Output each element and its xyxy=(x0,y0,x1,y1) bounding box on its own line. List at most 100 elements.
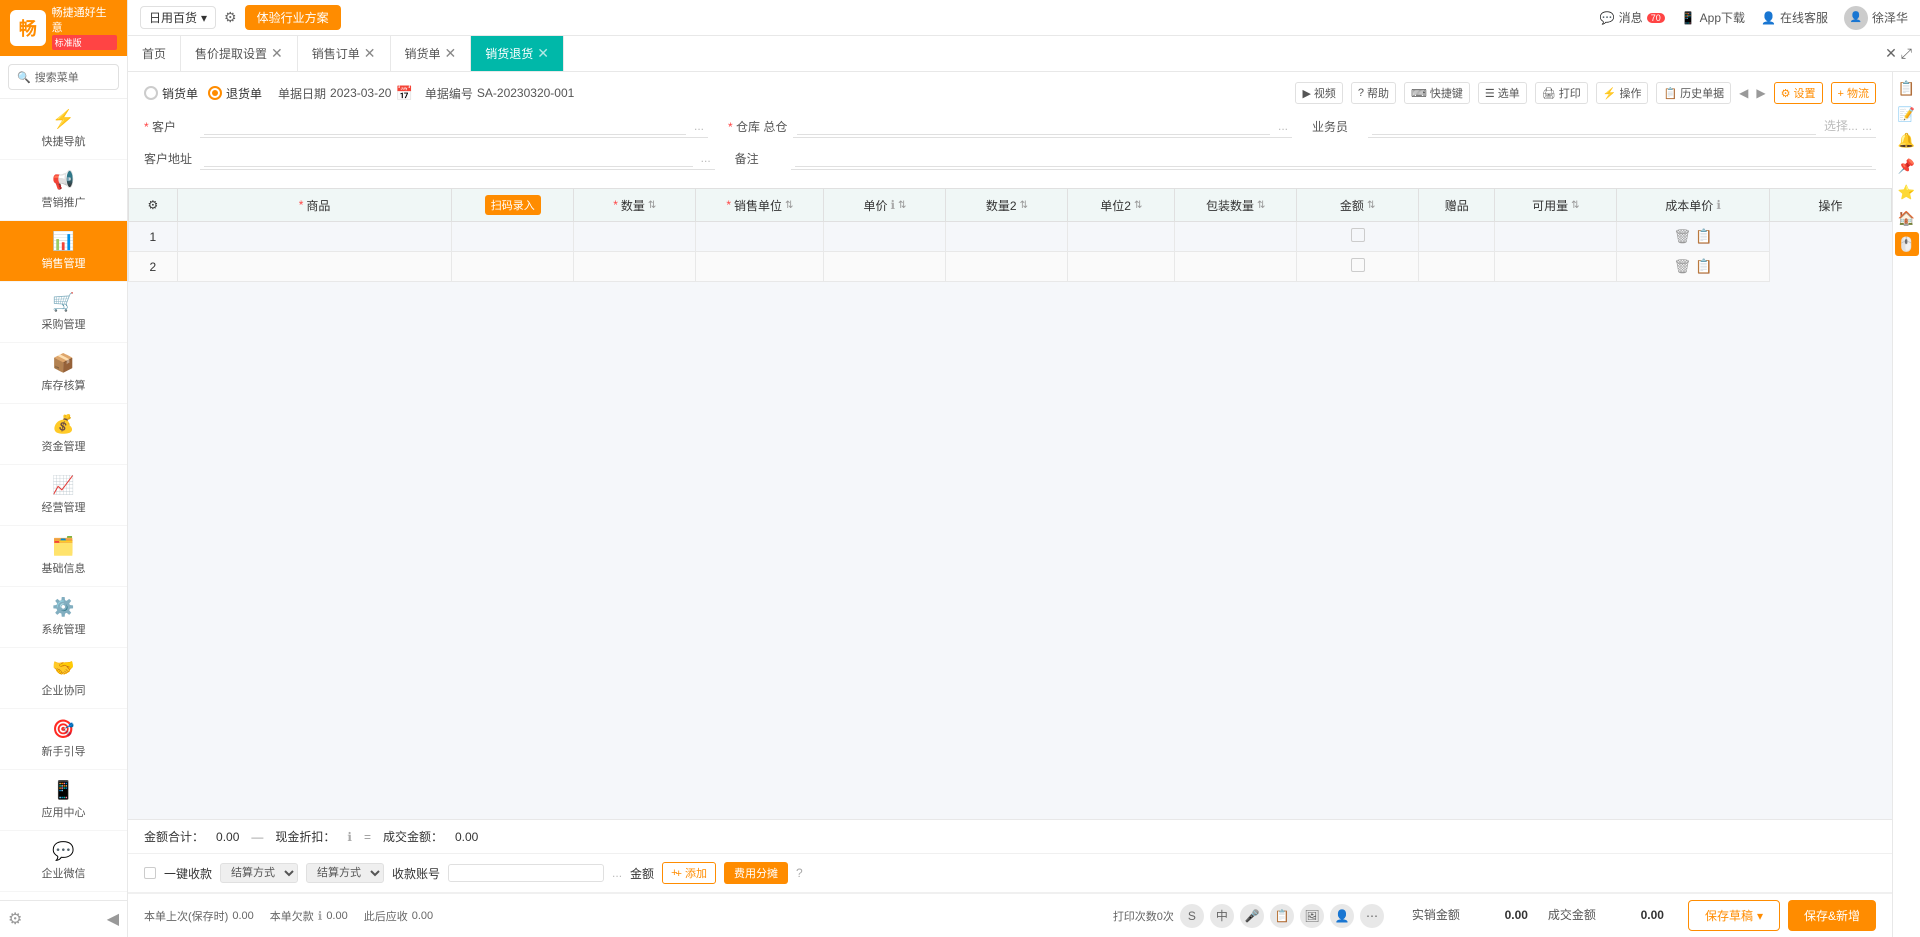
sidebar-item-inventory[interactable]: 📦 库存核算 xyxy=(0,343,127,404)
sidebar-item-enterprise[interactable]: 🤝 企业协同 xyxy=(0,648,127,709)
cell-gift[interactable] xyxy=(1297,252,1419,282)
gift-checkbox[interactable] xyxy=(1351,258,1365,272)
settings-button[interactable]: ⚙ 设置 xyxy=(1774,82,1823,104)
info-icon[interactable]: ℹ xyxy=(1716,198,1721,212)
app-download-button[interactable]: 📱 App下载 xyxy=(1681,9,1745,26)
online-service-button[interactable]: 👤 在线客服 xyxy=(1761,9,1828,26)
sidebar-item-member[interactable]: 👑 畅会员 xyxy=(0,892,127,900)
toolbar-icon-1[interactable]: S xyxy=(1180,904,1204,928)
tab-close-icon[interactable]: ✕ xyxy=(364,45,376,62)
add-button[interactable]: + + 添加 xyxy=(662,862,716,884)
expense-split-button[interactable]: 费用分摊 xyxy=(724,862,788,884)
add-logistics-button[interactable]: + 物流 xyxy=(1831,82,1876,104)
cell-price[interactable] xyxy=(696,222,824,252)
sidebar-settings-button[interactable]: ⚙ xyxy=(8,909,22,929)
sidebar-item-apps[interactable]: 📱 应用中心 xyxy=(0,770,127,831)
right-panel-icon-1[interactable]: 📋 xyxy=(1895,76,1919,100)
tab-close-icon[interactable]: ✕ xyxy=(271,45,283,62)
tab-home[interactable]: 首页 xyxy=(128,36,181,72)
sidebar-item-purchase[interactable]: 🛒 采购管理 xyxy=(0,282,127,343)
sort-icon[interactable]: ⇅ xyxy=(1367,200,1375,211)
delete-row-icon[interactable]: 🗑 xyxy=(1673,258,1691,275)
customer-text-input[interactable] xyxy=(204,116,686,135)
radio-sales-delivery[interactable]: 销货单 xyxy=(144,85,198,102)
cell-pack-qty[interactable] xyxy=(1068,222,1175,252)
gift-checkbox[interactable] xyxy=(1351,228,1365,242)
tab-close-icon[interactable]: ✕ xyxy=(445,45,457,62)
sort-icon[interactable]: ⇅ xyxy=(1134,200,1142,211)
cell-amount[interactable] xyxy=(1175,252,1297,282)
cell-amount[interactable] xyxy=(1175,222,1297,252)
sort-icon[interactable]: ⇅ xyxy=(648,200,656,211)
copy-row-icon[interactable]: 📋 xyxy=(1695,228,1712,245)
one-click-payment-checkbox[interactable] xyxy=(144,867,156,879)
remark-input[interactable] xyxy=(791,146,1876,170)
sidebar-item-system[interactable]: ⚙️ 系统管理 xyxy=(0,587,127,648)
maximize-tab-button[interactable]: ⤢ xyxy=(1901,45,1912,62)
select-doc-button[interactable]: ☰ 选单 xyxy=(1478,82,1527,104)
tab-close-icon[interactable]: ✕ xyxy=(537,45,549,62)
close-tab-button[interactable]: ✕ xyxy=(1885,45,1897,62)
sidebar-item-sales[interactable]: 📊 销售管理 xyxy=(0,221,127,282)
sort-icon[interactable]: ⇅ xyxy=(1020,200,1028,211)
cell-unit2[interactable] xyxy=(946,252,1068,282)
cell-available[interactable] xyxy=(1419,252,1495,282)
right-panel-icon-4[interactable]: 📌 xyxy=(1895,154,1919,178)
operation-button[interactable]: ⚡ 操作 xyxy=(1596,82,1649,104)
cell-product[interactable] xyxy=(177,252,451,282)
cell-price[interactable] xyxy=(696,252,824,282)
right-panel-icon-5[interactable]: ⭐ xyxy=(1895,180,1919,204)
sidebar-item-finance[interactable]: 💰 资金管理 xyxy=(0,404,127,465)
cell-sales-unit[interactable] xyxy=(574,252,696,282)
notification-button[interactable]: 💬 消息 70 xyxy=(1600,9,1665,26)
right-panel-icon-3[interactable]: 🔔 xyxy=(1895,128,1919,152)
tab-sales-order[interactable]: 销售订单 ✕ xyxy=(298,36,391,72)
sidebar-item-shortcut[interactable]: ⚡ 快捷导航 xyxy=(0,99,127,160)
print-button[interactable]: 🖨 打印 xyxy=(1535,82,1588,104)
single-debit-info[interactable]: ℹ xyxy=(318,909,323,923)
tab-sales-return[interactable]: 销货退货 ✕ xyxy=(471,36,564,72)
remark-text-input[interactable] xyxy=(795,148,1872,167)
shortcut-key-button[interactable]: ⌨ 快捷键 xyxy=(1404,82,1470,104)
toolbar-icon-2[interactable]: 中 xyxy=(1210,904,1234,928)
user-profile[interactable]: 👤 徐泽华 xyxy=(1844,6,1908,30)
cell-gift[interactable] xyxy=(1297,222,1419,252)
calendar-icon[interactable]: 📅 xyxy=(395,85,412,102)
sidebar-item-newbie[interactable]: 🎯 新手引导 xyxy=(0,709,127,770)
sort-icon[interactable]: ⇅ xyxy=(785,200,793,211)
trial-button[interactable]: 体验行业方案 xyxy=(245,5,341,30)
search-menu-button[interactable]: 🔍 搜索菜单 xyxy=(8,64,119,90)
discount-info-icon[interactable]: ℹ xyxy=(347,830,352,844)
cell-pack-qty[interactable] xyxy=(1068,252,1175,282)
save-new-button[interactable]: 保存&新增 xyxy=(1788,900,1876,931)
delete-row-icon[interactable]: 🗑 xyxy=(1673,228,1691,245)
cell-qty[interactable] xyxy=(452,252,574,282)
gear-icon[interactable]: ⚙ xyxy=(224,9,237,26)
cell-cost-price[interactable] xyxy=(1495,222,1617,252)
sort-icon[interactable]: ⇅ xyxy=(898,200,906,211)
sidebar-item-operations[interactable]: 📈 经营管理 xyxy=(0,465,127,526)
toolbar-icon-4[interactable]: 📋 xyxy=(1270,904,1294,928)
save-draft-button[interactable]: 保存草稿 ▾ xyxy=(1688,900,1780,931)
video-button[interactable]: ▶ 视频 xyxy=(1295,82,1342,104)
nav-next-icon[interactable]: ▶ xyxy=(1756,86,1765,100)
history-button[interactable]: 📋 历史单据 xyxy=(1656,82,1731,104)
cell-sales-unit[interactable] xyxy=(574,222,696,252)
radio-sales-return[interactable]: 退货单 xyxy=(208,85,262,102)
right-panel-icon-7[interactable]: 🖱️ xyxy=(1895,232,1919,256)
copy-row-icon[interactable]: 📋 xyxy=(1695,258,1712,275)
collect-method-select[interactable]: 结算方式 xyxy=(306,863,384,883)
cell-product[interactable] xyxy=(177,222,451,252)
right-panel-icon-6[interactable]: 🏠 xyxy=(1895,206,1919,230)
toolbar-icon-5[interactable]: 🖼 xyxy=(1300,904,1324,928)
sidebar-item-marketing[interactable]: 📢 营销推广 xyxy=(0,160,127,221)
toolbar-icon-7[interactable]: ⋯ xyxy=(1360,904,1384,928)
right-panel-icon-2[interactable]: 📝 xyxy=(1895,102,1919,126)
cell-available[interactable] xyxy=(1419,222,1495,252)
sort-icon[interactable]: ⇅ xyxy=(1257,200,1265,211)
tab-price-setting[interactable]: 售价提取设置 ✕ xyxy=(181,36,298,72)
cell-unit2[interactable] xyxy=(946,222,1068,252)
col-settings[interactable]: ⚙ xyxy=(129,189,178,222)
salesperson-text-input[interactable] xyxy=(1372,116,1816,135)
help-button[interactable]: ? 帮助 xyxy=(1351,82,1396,104)
